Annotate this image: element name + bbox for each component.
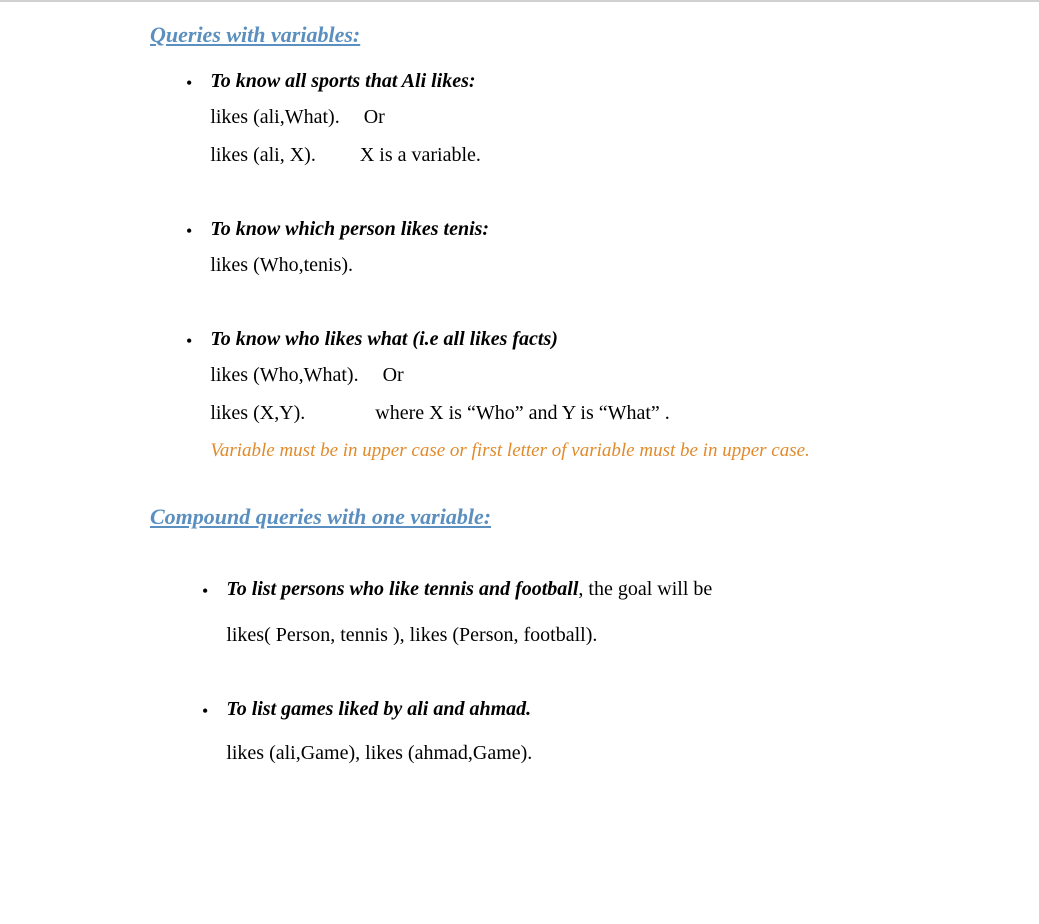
explanation-text: X is a variable. <box>360 144 481 166</box>
variable-note: Variable must be in upper case or first … <box>210 436 899 466</box>
bullet-icon: • <box>186 74 192 92</box>
or-text: Or <box>383 364 404 386</box>
code-text: likes (X,Y). <box>210 402 305 424</box>
item-title: To know which person likes tenis: <box>210 212 899 246</box>
item-title: To list persons who like tennis and foot… <box>226 570 899 608</box>
explanation-text: where X is “Who” and Y is “What” . <box>375 402 670 424</box>
list-item: • To list persons who like tennis and fo… <box>202 570 899 654</box>
or-text: Or <box>364 106 385 128</box>
bullet-icon: • <box>202 702 208 720</box>
bullet-list: • To list persons who like tennis and fo… <box>202 570 899 772</box>
list-item: • To know which person likes tenis: like… <box>186 212 899 284</box>
item-content: To know which person likes tenis: likes … <box>210 212 899 284</box>
item-title: To know who likes what (i.e all likes fa… <box>210 322 899 356</box>
section-heading: Compound queries with one variable: <box>150 504 899 530</box>
title-regular-part: , the goal will be <box>578 578 712 600</box>
item-line: likes (ali,Game), likes (ahmad,Game). <box>226 734 899 772</box>
section-queries-with-variables: Queries with variables: • To know all sp… <box>150 22 899 466</box>
list-item: • To know all sports that Ali likes: lik… <box>186 64 899 174</box>
code-text: likes (ali,Game), likes (ahmad,Game). <box>226 742 532 764</box>
list-item: • To know who likes what (i.e all likes … <box>186 322 899 466</box>
item-line: likes (X,Y). where X is “Who” and Y is “W… <box>210 394 899 432</box>
bullet-list: • To know all sports that Ali likes: lik… <box>186 64 899 466</box>
item-content: To know all sports that Ali likes: likes… <box>210 64 899 174</box>
list-item: • To list games liked by ali and ahmad. … <box>202 692 899 772</box>
code-text: likes (ali, X). <box>210 144 316 166</box>
item-line: likes( Person, tennis ), likes (Person, … <box>226 616 899 654</box>
code-text: likes (ali,What). <box>210 106 339 128</box>
bullet-icon: • <box>186 332 192 350</box>
document-page: Queries with variables: • To know all sp… <box>0 22 1039 772</box>
bullet-icon: • <box>186 222 192 240</box>
title-bold-part: To list persons who like tennis and foot… <box>226 578 578 600</box>
item-content: To know who likes what (i.e all likes fa… <box>210 322 899 466</box>
item-line: likes (Who,What). Or <box>210 356 899 394</box>
code-text: likes (Who,tenis). <box>210 254 353 276</box>
item-line: likes (Who,tenis). <box>210 246 899 284</box>
section-heading: Queries with variables: <box>150 22 899 48</box>
section-compound-queries: Compound queries with one variable: • To… <box>150 504 899 772</box>
bullet-icon: • <box>202 582 208 600</box>
item-title: To know all sports that Ali likes: <box>210 64 899 98</box>
item-title: To list games liked by ali and ahmad. <box>226 692 899 726</box>
item-line: likes (ali,What). Or <box>210 98 899 136</box>
code-text: likes( Person, tennis ), likes (Person, … <box>226 624 597 646</box>
item-line: likes (ali, X). X is a variable. <box>210 136 899 174</box>
item-content: To list games liked by ali and ahmad. li… <box>226 692 899 772</box>
code-text: likes (Who,What). <box>210 364 358 386</box>
item-content: To list persons who like tennis and foot… <box>226 570 899 654</box>
